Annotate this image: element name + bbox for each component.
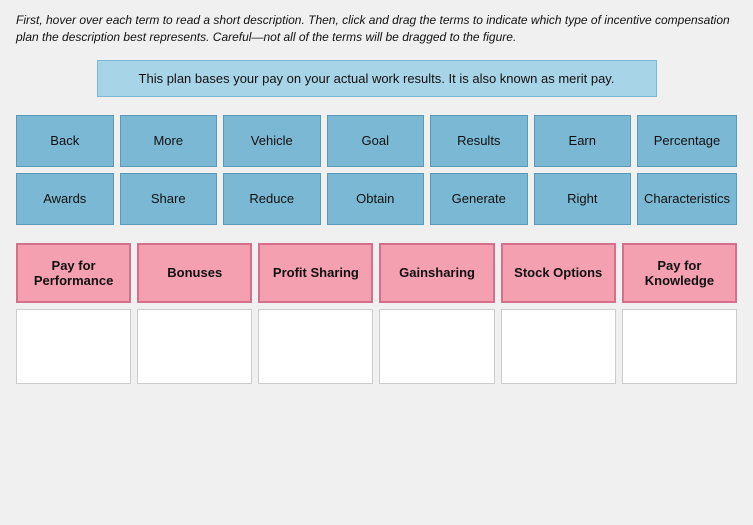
drop-zones <box>16 309 737 384</box>
drop-zone-3[interactable] <box>258 309 373 384</box>
term-share[interactable]: Share <box>120 173 218 225</box>
instructions-text: First, hover over each term to read a sh… <box>16 12 737 46</box>
term-back[interactable]: Back <box>16 115 114 167</box>
term-earn[interactable]: Earn <box>534 115 632 167</box>
term-right[interactable]: Right <box>534 173 632 225</box>
term-vehicle[interactable]: Vehicle <box>223 115 321 167</box>
term-awards[interactable]: Awards <box>16 173 114 225</box>
category-pay-for-knowledge[interactable]: Pay for Knowledge <box>622 243 737 303</box>
term-generate[interactable]: Generate <box>430 173 528 225</box>
category-gainsharing[interactable]: Gainsharing <box>379 243 494 303</box>
drop-zone-1[interactable] <box>16 309 131 384</box>
categories-section: Pay for Performance Bonuses Profit Shari… <box>16 243 737 303</box>
info-box: This plan bases your pay on your actual … <box>97 60 657 97</box>
term-results[interactable]: Results <box>430 115 528 167</box>
term-goal[interactable]: Goal <box>327 115 425 167</box>
term-reduce[interactable]: Reduce <box>223 173 321 225</box>
term-obtain[interactable]: Obtain <box>327 173 425 225</box>
category-pay-for-performance[interactable]: Pay for Performance <box>16 243 131 303</box>
drop-zone-4[interactable] <box>379 309 494 384</box>
drop-zone-2[interactable] <box>137 309 252 384</box>
term-percentage[interactable]: Percentage <box>637 115 737 167</box>
category-profit-sharing[interactable]: Profit Sharing <box>258 243 373 303</box>
term-more[interactable]: More <box>120 115 218 167</box>
drop-zone-6[interactable] <box>622 309 737 384</box>
category-stock-options[interactable]: Stock Options <box>501 243 616 303</box>
terms-grid: Back More Vehicle Goal Results Earn Perc… <box>16 115 737 225</box>
term-characteristics[interactable]: Characteristics <box>637 173 737 225</box>
category-bonuses[interactable]: Bonuses <box>137 243 252 303</box>
drop-zone-5[interactable] <box>501 309 616 384</box>
